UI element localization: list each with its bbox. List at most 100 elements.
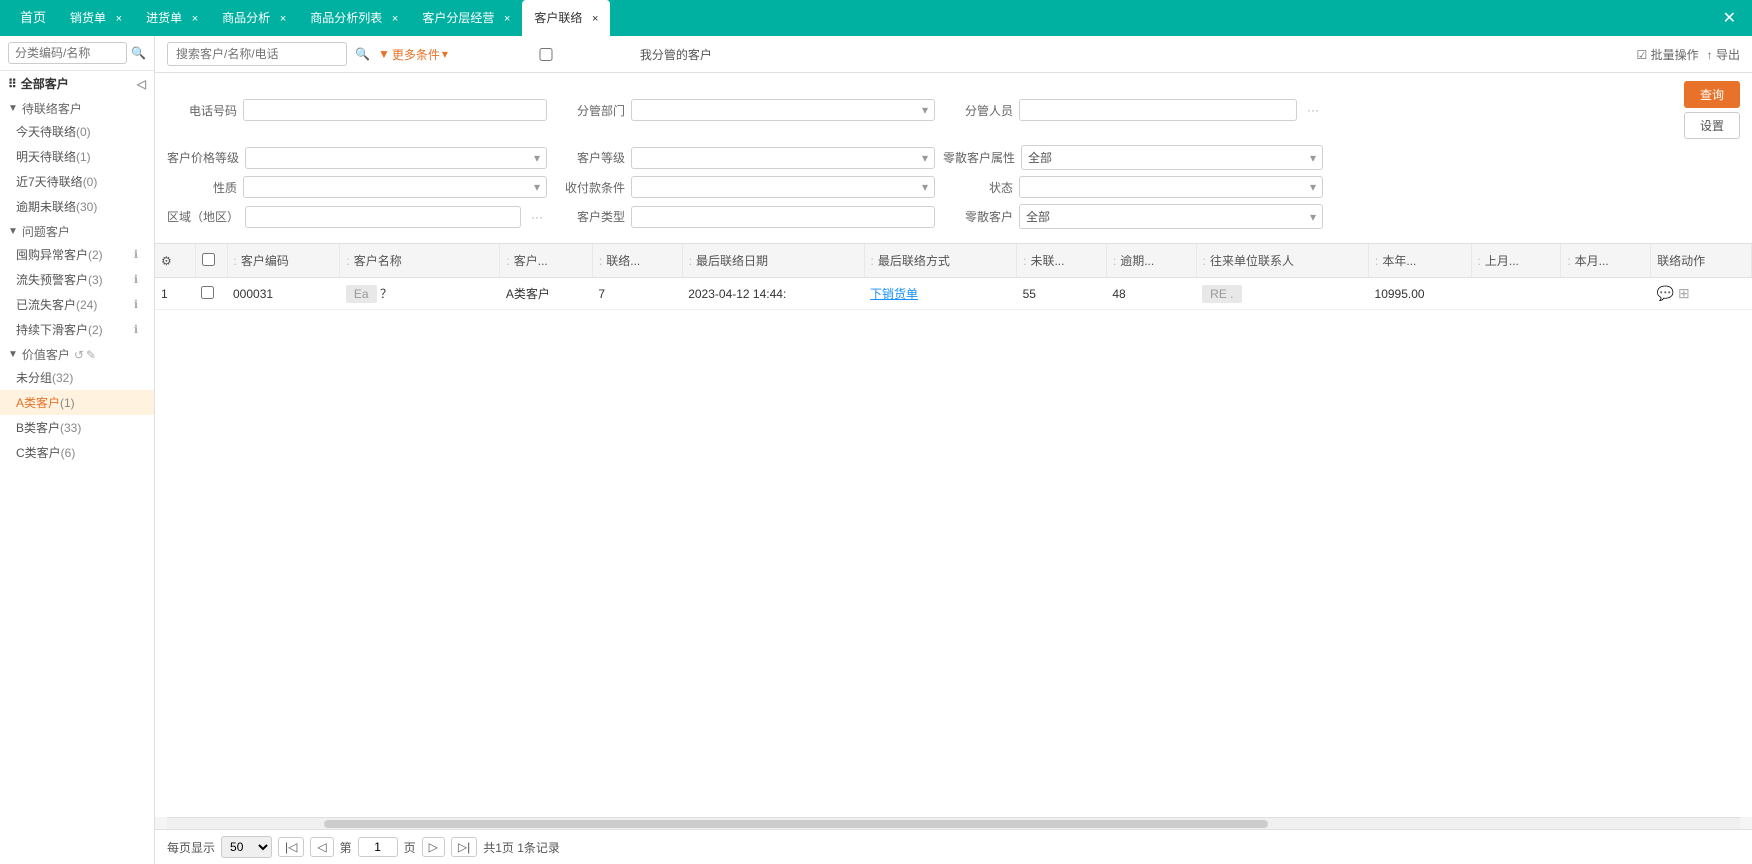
filter-row-3: 性质 ▾ 收付款条件 ▾ 状态 [167, 176, 1740, 198]
sidebar-item-c-class[interactable]: C类客户(6) [0, 440, 154, 465]
sidebar-group-value[interactable]: ▼ 价值客户 ↺ ✎ [0, 342, 154, 365]
sidebar-all-customers[interactable]: ⠿ 全部客户 ◁ [0, 71, 154, 96]
my-customers-checkbox[interactable]: 我分管的客户 [456, 46, 712, 63]
row-last-method: 下销货单 [864, 278, 1017, 310]
nav-home[interactable]: 首页 [8, 0, 58, 36]
search-button[interactable]: 🔍 [355, 47, 370, 61]
sidebar-search-input[interactable] [8, 42, 127, 64]
sidebar-item-today[interactable]: 今天待联络(0) [0, 119, 154, 144]
main-table: ⚙ :客户编码 :客户名称 :客户... :联络... :最后联络日期 :最后联… [155, 244, 1752, 310]
grid-action-icon[interactable]: ⊞ [1678, 285, 1690, 302]
query-button[interactable]: 查询 [1684, 81, 1740, 108]
sidebar-item-b-class[interactable]: B类客户(33) [0, 415, 154, 440]
nav-tab-4[interactable]: 客户分层经营 × [410, 0, 522, 36]
type-input[interactable] [631, 206, 935, 228]
col-this-year: :本年... [1369, 244, 1472, 278]
filter-row-1: 电话号码 分管部门 ▾ 分管人员 ··· 查询 设置 [167, 81, 1740, 139]
batch-op-button[interactable]: ☑ 批量操作 [1637, 46, 1699, 63]
bottom-bar: 每页显示 50 100 |◁ ◁ 第 页 ▷ ▷| 共1页 1条记录 [155, 829, 1752, 864]
filter-cell-phone: 电话号码 [167, 99, 547, 121]
more-filters-button[interactable]: ▼ 更多条件 ▾ [378, 46, 448, 63]
manager-dots[interactable]: ··· [1303, 103, 1323, 117]
nav-tab-1-close[interactable]: × [192, 13, 198, 25]
filter-cell-level: 客户等级 ▾ [555, 147, 935, 169]
export-button[interactable]: ↑ 导出 [1707, 46, 1740, 63]
level-label: 客户等级 [555, 149, 625, 166]
sidebar-item-a-class[interactable]: A类客户(1) [0, 390, 154, 415]
scatter-select[interactable]: 全部 ▾ [1019, 204, 1323, 229]
sidebar-item-tomorrow[interactable]: 明天待联络(1) [0, 144, 154, 169]
my-customers-check[interactable] [456, 48, 636, 61]
last-page-btn[interactable]: ▷| [451, 837, 477, 857]
row-name: Ea ？ [340, 278, 500, 310]
nav-tab-2-close[interactable]: × [280, 13, 286, 25]
info-icon-2: ℹ [134, 298, 138, 311]
arrow-down-icon-2: ▼ [8, 226, 18, 237]
per-page-select[interactable]: 50 100 [221, 836, 272, 858]
page-input[interactable] [358, 837, 398, 857]
sidebar-group-problem[interactable]: ▼ 问题客户 [0, 219, 154, 242]
search-input[interactable] [167, 42, 347, 66]
row-actions: 💬 ⊞ [1651, 278, 1752, 310]
sidebar: 🔍 ⠿ 全部客户 ◁ ▼ 待联络客户 今天待联络(0) 明天待联络(1) 近7天… [0, 36, 155, 864]
grid-icon: ⠿ [8, 77, 17, 91]
sidebar-item-lost[interactable]: 已流失客户(24) ℹ [0, 292, 154, 317]
col-this-month: :本月... [1561, 244, 1651, 278]
first-page-btn[interactable]: |◁ [278, 837, 304, 857]
dept-select[interactable]: ▾ [631, 99, 935, 121]
nav-tab-0-close[interactable]: × [116, 13, 122, 25]
phone-input[interactable] [243, 99, 547, 121]
refresh-icon[interactable]: ↺ [74, 348, 84, 362]
filter-cell-nature: 性质 ▾ [167, 176, 547, 198]
settings-button[interactable]: 设置 [1684, 112, 1740, 139]
nav-tab-5[interactable]: 客户联络 × [522, 0, 610, 36]
sidebar-collapse-btn[interactable]: ◁ [137, 77, 146, 91]
row-contact-person: RE . [1196, 278, 1368, 310]
region-input[interactable] [245, 206, 521, 228]
sidebar-item-attrition[interactable]: 流失预警客户(3) ℹ [0, 267, 154, 292]
nav-tab-3[interactable]: 商品分析列表 × [298, 0, 410, 36]
close-all-button[interactable]: ✕ [1715, 8, 1744, 28]
info-icon-0: ℹ [134, 248, 138, 261]
row-checkbox[interactable] [201, 286, 214, 299]
filter-cell-status: 状态 ▾ [943, 176, 1323, 198]
edit-icon[interactable]: ✎ [86, 348, 96, 362]
level-arrow-icon: ▾ [922, 151, 928, 165]
person-badge: RE . [1202, 285, 1241, 303]
prev-page-btn[interactable]: ◁ [310, 837, 333, 857]
sidebar-item-overdue[interactable]: 逾期未联络(30) [0, 194, 154, 219]
nav-tab-3-close[interactable]: × [392, 13, 398, 25]
select-all-checkbox[interactable] [202, 253, 215, 266]
manager-input[interactable] [1019, 99, 1297, 121]
attr-label: 零散客户属性 [943, 149, 1015, 166]
price-select[interactable]: ▾ [245, 147, 547, 169]
row-this-year: 10995.00 [1369, 278, 1472, 310]
next-page-btn[interactable]: ▷ [422, 837, 445, 857]
payment-select[interactable]: ▾ [631, 176, 935, 198]
filter-cell-manager: 分管人员 ··· [943, 99, 1323, 121]
col-overdue: :逾期... [1106, 244, 1196, 278]
nav-tab-4-close[interactable]: × [504, 13, 510, 25]
level-select[interactable]: ▾ [631, 147, 935, 169]
nav-tab-1[interactable]: 进货单 × [134, 0, 210, 36]
payment-arrow-icon: ▾ [922, 180, 928, 194]
nav-tab-0[interactable]: 销货单 × [58, 0, 134, 36]
gear-icon[interactable]: ⚙ [161, 254, 172, 268]
sidebar-item-declining[interactable]: 持续下滑客户(2) ℹ [0, 317, 154, 342]
nav-tab-5-close[interactable]: × [592, 13, 598, 25]
chat-action-icon[interactable]: 💬 [1657, 285, 1674, 302]
nature-select[interactable]: ▾ [243, 176, 547, 198]
nav-tab-2[interactable]: 商品分析 × [210, 0, 298, 36]
phone-label: 电话号码 [167, 102, 237, 119]
status-select[interactable]: ▾ [1019, 176, 1323, 198]
sidebar-search-icon[interactable]: 🔍 [131, 46, 146, 60]
sidebar-item-7days[interactable]: 近7天待联络(0) [0, 169, 154, 194]
scrollbar-thumb[interactable] [324, 820, 1268, 828]
sidebar-item-hoarding[interactable]: 囤购异常客户(2) ℹ [0, 242, 154, 267]
region-dots[interactable]: ··· [527, 210, 547, 224]
last-method-link[interactable]: 下销货单 [870, 287, 918, 301]
horizontal-scrollbar[interactable] [167, 817, 1740, 829]
attr-select[interactable]: 全部 ▾ [1021, 145, 1323, 170]
sidebar-item-ungroup[interactable]: 未分组(32) [0, 365, 154, 390]
sidebar-group-pending[interactable]: ▼ 待联络客户 [0, 96, 154, 119]
